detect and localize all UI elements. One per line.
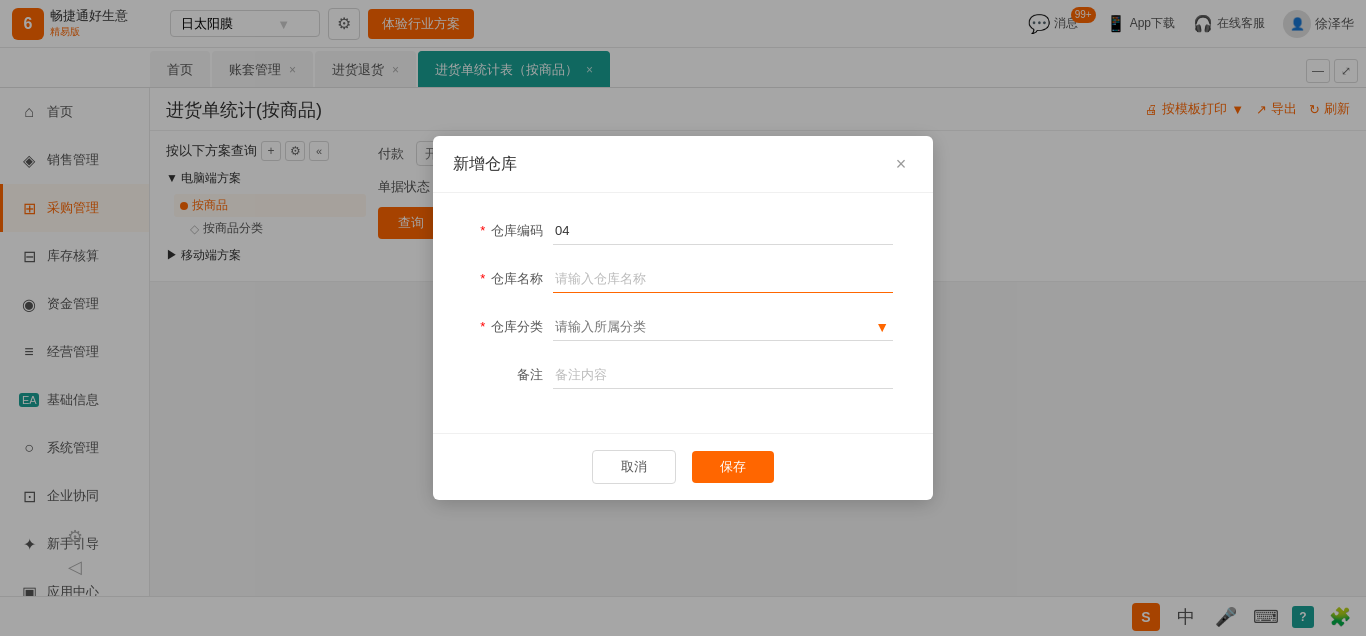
form-row-code: * 仓库编码 [473, 217, 893, 245]
required-star-name: * [480, 271, 485, 286]
modal-footer: 取消 保存 [433, 433, 933, 500]
warehouse-name-input[interactable] [553, 265, 893, 293]
category-select-row[interactable]: ▼ [553, 313, 893, 341]
modal-new-warehouse: 新增仓库 × * 仓库编码 * 仓库名称 * [433, 136, 933, 500]
form-row-name: * 仓库名称 [473, 265, 893, 293]
save-button[interactable]: 保存 [692, 451, 774, 483]
modal-body: * 仓库编码 * 仓库名称 * 仓库分类 ▼ [433, 193, 933, 433]
modal-close-button[interactable]: × [889, 152, 913, 176]
cancel-button[interactable]: 取消 [592, 450, 676, 484]
form-row-note: 备注 [473, 361, 893, 389]
form-row-category: * 仓库分类 ▼ [473, 313, 893, 341]
required-star-code: * [480, 223, 485, 238]
note-input[interactable] [553, 361, 893, 389]
modal-header: 新增仓库 × [433, 136, 933, 193]
modal-title: 新增仓库 [453, 154, 517, 175]
warehouse-code-input[interactable] [553, 217, 893, 245]
required-star-category: * [480, 319, 485, 334]
category-label: * 仓库分类 [473, 318, 553, 336]
modal-overlay[interactable]: 新增仓库 × * 仓库编码 * 仓库名称 * [0, 0, 1366, 636]
category-chevron: ▼ [875, 319, 889, 335]
code-label: * 仓库编码 [473, 222, 553, 240]
note-label: 备注 [473, 366, 553, 384]
category-input[interactable] [553, 313, 893, 341]
name-label: * 仓库名称 [473, 270, 553, 288]
